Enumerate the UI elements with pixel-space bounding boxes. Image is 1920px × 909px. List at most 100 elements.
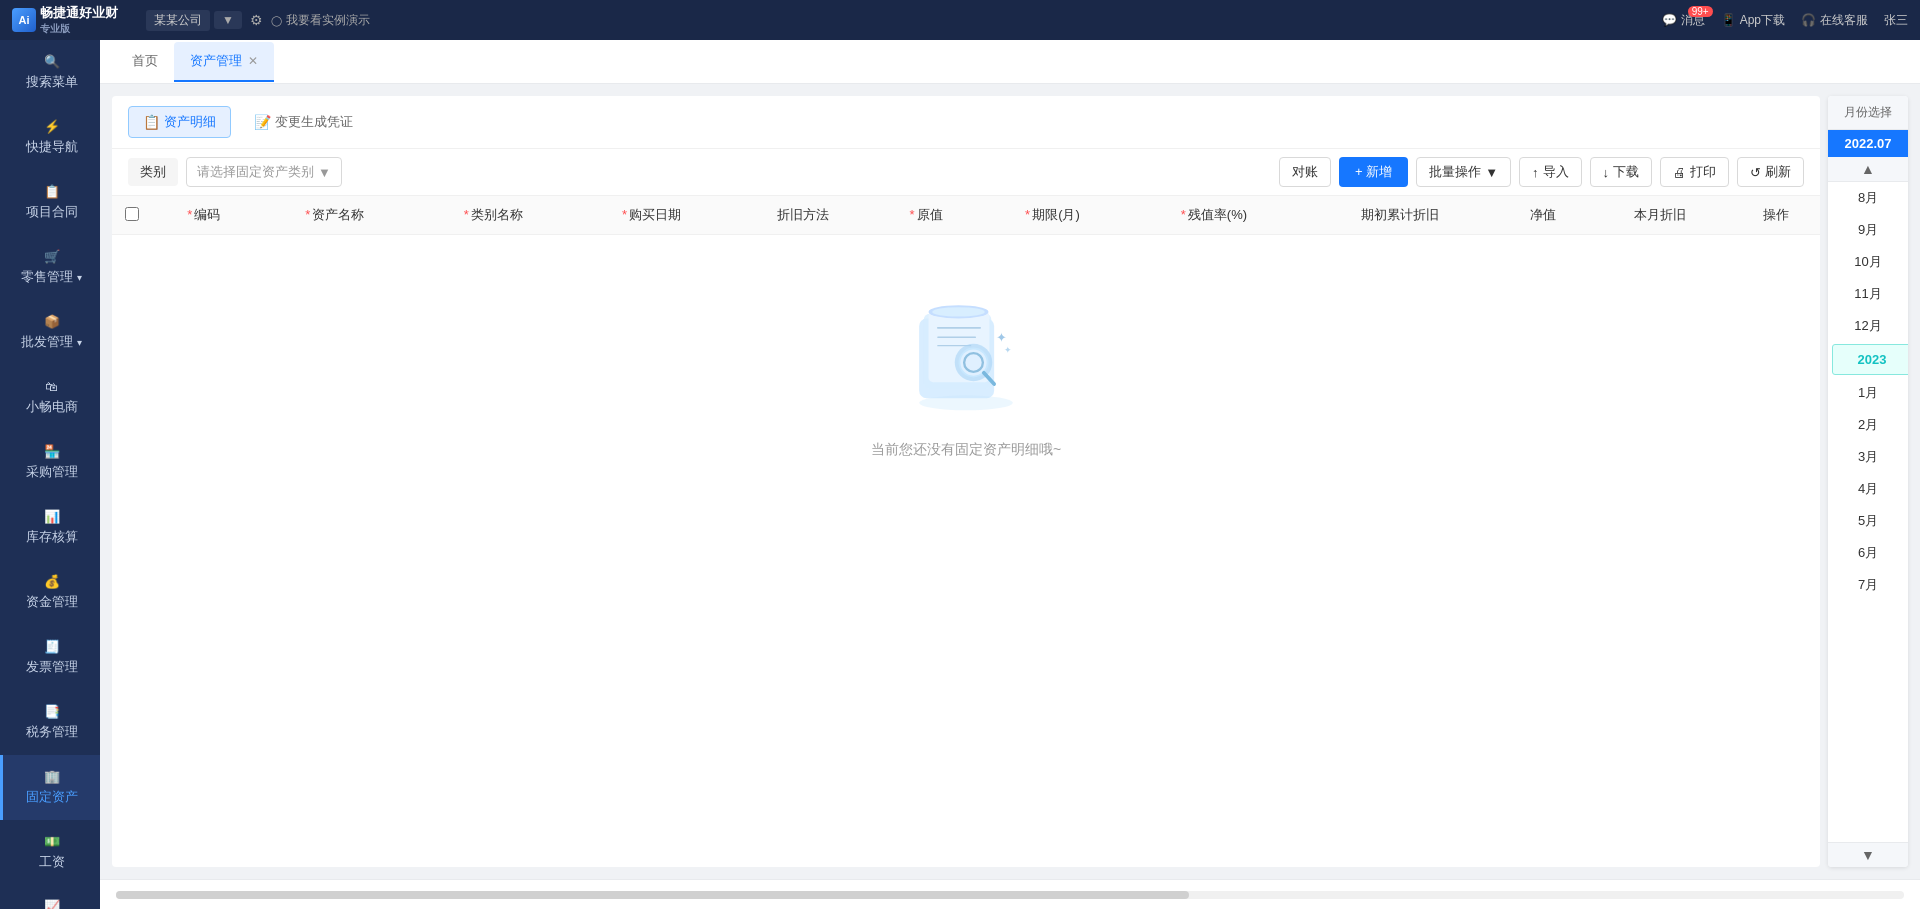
horizontal-scrollbar[interactable] [116, 891, 1904, 899]
month-item-4[interactable]: 4月 [1828, 473, 1908, 505]
headset-icon: 🎧 [1801, 13, 1816, 27]
col-net-value: 净值 [1499, 196, 1588, 235]
sidebar-item-salary[interactable]: 💵 工资 [0, 820, 100, 885]
project-icon: 📋 [44, 184, 60, 199]
print-btn[interactable]: 🖨 打印 [1660, 157, 1729, 187]
empty-state: ✦ ✦ 当前您还没有固定资产明细哦~ [112, 235, 1820, 519]
tax-icon: 📑 [44, 704, 60, 719]
category-select[interactable]: 请选择固定资产类别 ▼ [186, 157, 342, 187]
company-selector[interactable]: 某某公司 ▼ [146, 10, 242, 31]
settings-icon[interactable]: ⚙ [250, 12, 263, 28]
month-item-1[interactable]: 1月 [1828, 377, 1908, 409]
sidebar-item-inventory[interactable]: 📊 库存核算 [0, 495, 100, 560]
reconcile-btn[interactable]: 对账 [1279, 157, 1331, 187]
month-panel-header: 月份选择 [1828, 96, 1908, 130]
month-item-10[interactable]: 10月 [1828, 246, 1908, 278]
empty-text: 当前您还没有固定资产明细哦~ [871, 441, 1061, 459]
sidebar-item-retail[interactable]: 🛒 零售管理 ▾ [0, 235, 100, 300]
refresh-btn[interactable]: ↺ 刷新 [1737, 157, 1804, 187]
tab-asset-management[interactable]: 资产管理 ✕ [174, 42, 274, 82]
bottom-bar [100, 879, 1920, 909]
toolbar-right: 对账 + 新增 批量操作 ▼ ↑ 导入 [1279, 157, 1804, 187]
toolbar: 类别 请选择固定资产类别 ▼ 对账 + 新增 [112, 149, 1820, 196]
sub-tab-asset-detail[interactable]: 📋 资产明细 [128, 106, 231, 138]
user-menu[interactable]: 张三 [1884, 12, 1908, 29]
app-download-btn[interactable]: 📱 App下载 [1721, 12, 1785, 29]
company-chevron-icon: ▼ [214, 11, 242, 29]
app-logo: Ai 畅捷通好业财 专业版 [12, 4, 118, 36]
content-area: 首页 资产管理 ✕ 📋 资产明细 📝 变更生成凭证 [100, 40, 1920, 909]
month-item-8[interactable]: 8月 [1828, 182, 1908, 214]
sidebar-item-quicknav[interactable]: ⚡ 快捷导航 [0, 105, 100, 170]
sidebar-item-purchase[interactable]: 🏪 采购管理 [0, 430, 100, 495]
message-icon: 💬 [1662, 13, 1677, 27]
wholesale-arrow-icon: ▾ [77, 337, 82, 348]
batch-dropdown-icon: ▼ [1485, 165, 1498, 180]
month-item-6[interactable]: 6月 [1828, 537, 1908, 569]
sidebar-item-finance[interactable]: 💰 资金管理 [0, 560, 100, 625]
download-btn[interactable]: ↓ 下载 [1590, 157, 1653, 187]
month-item-11[interactable]: 11月 [1828, 278, 1908, 310]
sidebar-item-invoice[interactable]: 🧾 发票管理 [0, 625, 100, 690]
svg-point-5 [932, 307, 985, 316]
month-nav-down-btn[interactable]: ▼ [1828, 842, 1908, 867]
sidebar-item-ecommerce[interactable]: 🛍 小畅电商 [0, 365, 100, 430]
sidebar-item-tax[interactable]: 📑 税务管理 [0, 690, 100, 755]
fixed-assets-icon: 🏢 [44, 769, 60, 784]
page-content: 📋 资产明细 📝 变更生成凭证 类别 请选择固 [100, 84, 1920, 879]
logo-icon: Ai [12, 8, 36, 32]
month-nav-up-btn[interactable]: ▲ [1828, 157, 1908, 182]
month-item-3[interactable]: 3月 [1828, 441, 1908, 473]
asset-table: *编码 *资产名称 *类别名称 *购买日期 折旧方法 *原值 *期限(月) *残… [112, 196, 1820, 235]
main-panel: 📋 资产明细 📝 变更生成凭证 类别 请选择固 [112, 96, 1820, 867]
month-item-5[interactable]: 5月 [1828, 505, 1908, 537]
inventory-icon: 📊 [44, 509, 60, 524]
app-name: 畅捷通好业财 [40, 4, 118, 22]
finance-icon: 💰 [44, 574, 60, 589]
sidebar-item-search[interactable]: 🔍 搜索菜单 [0, 40, 100, 105]
col-period: *期限(月) [978, 196, 1127, 235]
tab-bar: 首页 资产管理 ✕ [100, 40, 1920, 84]
message-badge: 99+ [1688, 6, 1713, 17]
operations-icon: 📈 [44, 899, 60, 909]
import-icon: ↑ [1532, 165, 1539, 180]
month-item-12[interactable]: 12月 [1828, 310, 1908, 342]
month-item-7[interactable]: 7月 [1828, 569, 1908, 601]
col-purchase-date: *购买日期 [572, 196, 730, 235]
scrollbar-thumb[interactable] [116, 891, 1189, 899]
tab-close-icon[interactable]: ✕ [248, 54, 258, 68]
search-icon: 🔍 [44, 54, 60, 69]
month-item-9[interactable]: 9月 [1828, 214, 1908, 246]
svg-text:✦: ✦ [1004, 345, 1012, 355]
sidebar-item-operations[interactable]: 📈 经营管理 [0, 885, 100, 909]
sidebar-item-fixed-assets[interactable]: 🏢 固定资产 [0, 755, 100, 820]
sidebar-item-project[interactable]: 📋 项目合同 [0, 170, 100, 235]
phone-icon: 📱 [1721, 13, 1736, 27]
main-layout: 🔍 搜索菜单 ⚡ 快捷导航 📋 项目合同 🛒 零售管理 ▾ 📦 批发管理 ▾ [0, 40, 1920, 909]
sidebar: 🔍 搜索菜单 ⚡ 快捷导航 📋 项目合同 🛒 零售管理 ▾ 📦 批发管理 ▾ [0, 40, 100, 909]
current-period[interactable]: 2022.07 [1828, 130, 1908, 157]
month-item-2[interactable]: 2月 [1828, 409, 1908, 441]
online-service-btn[interactable]: 🎧 在线客服 [1801, 12, 1868, 29]
category-dropdown-icon: ▼ [318, 165, 331, 180]
sub-tab-change-voucher[interactable]: 📝 变更生成凭证 [239, 106, 368, 138]
add-new-btn[interactable]: + 新增 [1339, 157, 1408, 187]
message-btn[interactable]: 💬 消息 99+ [1662, 12, 1705, 29]
col-operation: 操作 [1731, 196, 1820, 235]
print-icon: 🖨 [1673, 165, 1686, 180]
download-icon: ↓ [1603, 165, 1610, 180]
empty-illustration: ✦ ✦ [891, 295, 1041, 425]
change-voucher-icon: 📝 [254, 114, 271, 130]
sidebar-item-wholesale[interactable]: 📦 批发管理 ▾ [0, 300, 100, 365]
demo-link[interactable]: 我要看实例演示 [271, 12, 370, 29]
select-all-checkbox[interactable] [125, 207, 139, 221]
category-label: 类别 [128, 158, 178, 186]
tab-home[interactable]: 首页 [116, 42, 174, 82]
import-btn[interactable]: ↑ 导入 [1519, 157, 1582, 187]
invoice-icon: 🧾 [44, 639, 60, 654]
col-asset-name: *资产名称 [256, 196, 414, 235]
retail-icon: 🛒 [44, 249, 60, 264]
salary-icon: 💵 [44, 834, 60, 849]
batch-ops-btn[interactable]: 批量操作 ▼ [1416, 157, 1511, 187]
ecommerce-icon: 🛍 [45, 379, 58, 394]
